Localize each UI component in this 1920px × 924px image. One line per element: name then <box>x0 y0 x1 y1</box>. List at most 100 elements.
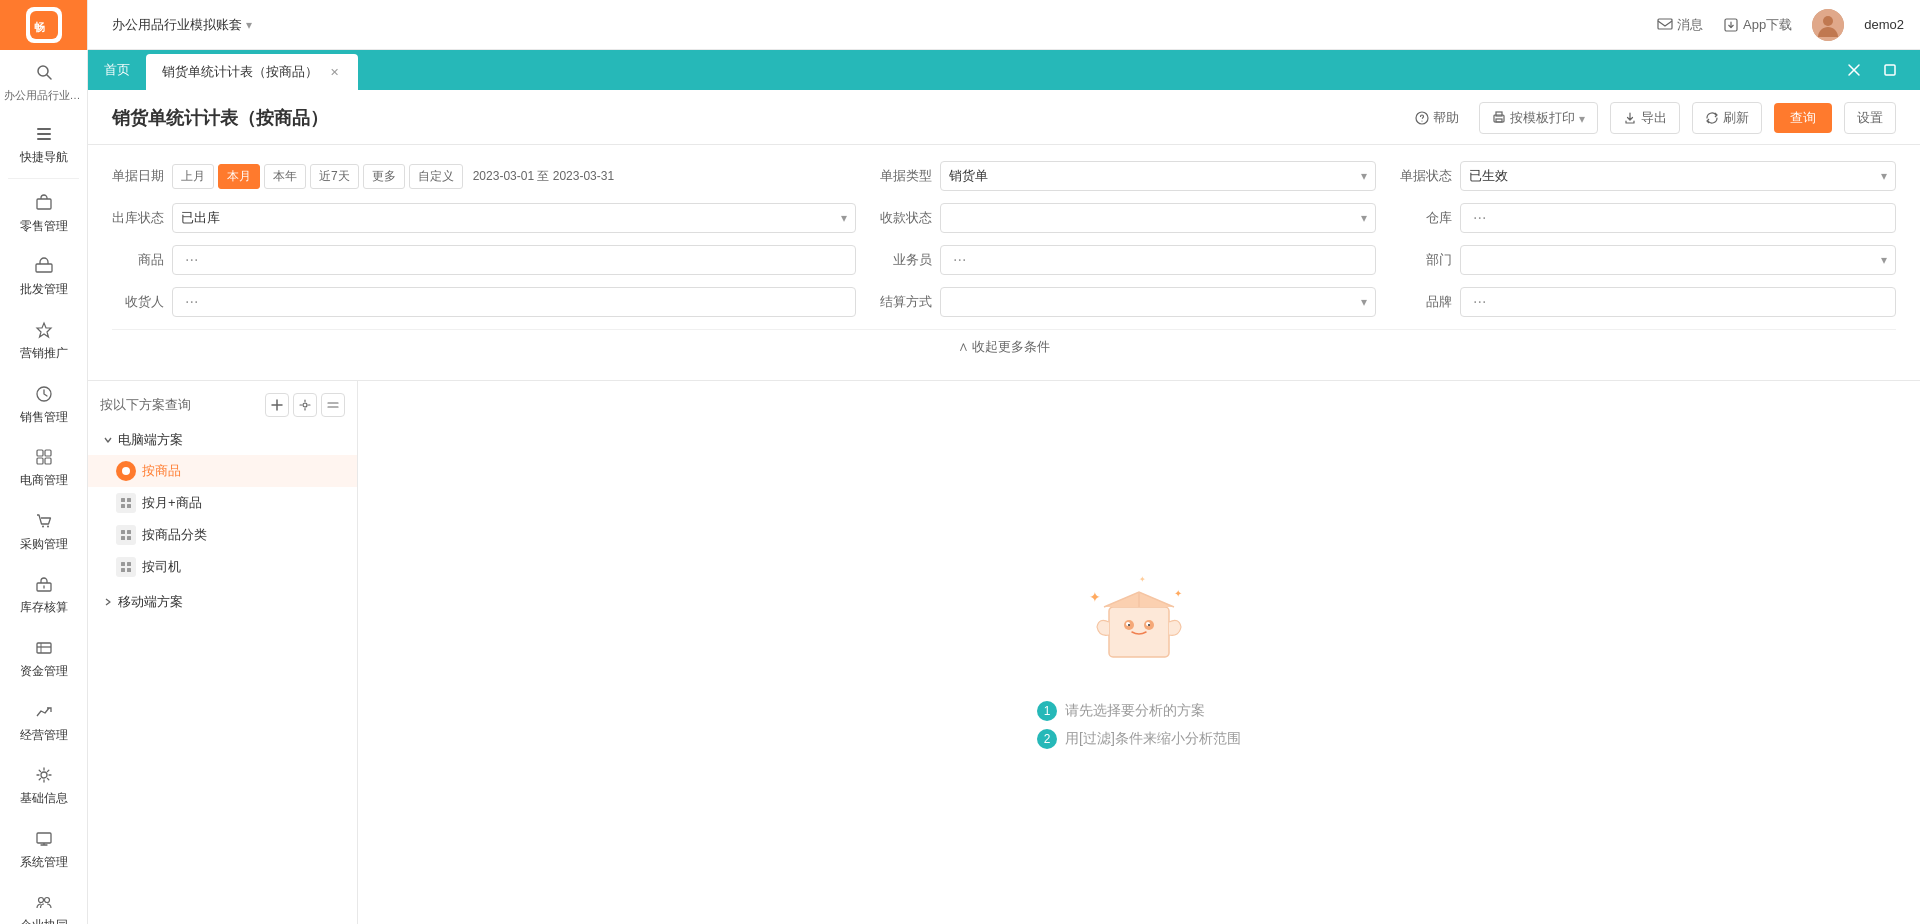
sidebar-item-sales[interactable]: 销售管理 <box>0 372 87 436</box>
tip-num-1: 1 <box>1037 701 1057 721</box>
filter-brand: 品牌 ··· <box>1400 287 1896 317</box>
date-7days-btn[interactable]: 近7天 <box>310 164 359 189</box>
sidebar-item-quick-nav[interactable]: 快捷导航 <box>0 112 87 176</box>
svg-rect-65 <box>121 568 125 572</box>
tab-close-btn[interactable]: ✕ <box>326 64 342 80</box>
collapse-bar[interactable]: ∧ 收起更多条件 <box>112 329 1896 364</box>
date-this-month-btn[interactable]: 本月 <box>218 164 260 189</box>
payment-status-arrow-icon <box>1361 211 1367 225</box>
wholesale-label: 批发管理 <box>20 282 68 298</box>
salesperson-label: 业务员 <box>880 251 940 269</box>
purchase-label: 采购管理 <box>20 537 68 553</box>
dept-control <box>1460 245 1896 275</box>
date-this-year-btn[interactable]: 本年 <box>264 164 306 189</box>
date-more-btn[interactable]: 更多 <box>363 164 405 189</box>
settlement-select[interactable] <box>940 287 1376 317</box>
panel-settings-btn[interactable] <box>293 393 317 417</box>
query-btn[interactable]: 查询 <box>1774 103 1832 133</box>
message-btn[interactable]: 消息 <box>1657 16 1703 34</box>
tree-section-mobile[interactable]: 移动端方案 <box>88 587 357 617</box>
doc-status-control: 已生效 <box>1460 161 1896 191</box>
warehouse-select[interactable]: ··· <box>1460 203 1896 233</box>
svg-rect-11 <box>37 450 43 456</box>
dept-select[interactable] <box>1460 245 1896 275</box>
sidebar-item-retail[interactable]: 零售管理 <box>0 181 87 245</box>
sidebar-item-wholesale[interactable]: 批发管理 <box>0 244 87 308</box>
filter-dept: 部门 <box>1400 245 1896 275</box>
sidebar-item-finance[interactable]: 资金管理 <box>0 626 87 690</box>
settings-btn[interactable]: 设置 <box>1844 102 1896 134</box>
sidebar-item-ecommerce[interactable]: 电商管理 <box>0 435 87 499</box>
sidebar-item-marketing[interactable]: 营销推广 <box>0 308 87 372</box>
goods-dots-icon: ··· <box>181 251 202 269</box>
warehouse-label: 仓库 <box>1400 209 1460 227</box>
panel-header: 按以下方案查询 <box>88 393 357 425</box>
tab-home[interactable]: 首页 <box>88 50 146 90</box>
sidebar-item-basic[interactable]: 基础信息 <box>0 753 87 817</box>
sidebar-item-system[interactable]: 系统管理 <box>0 817 87 881</box>
sidebar-item-operations[interactable]: 经营管理 <box>0 690 87 754</box>
panel-add-btn[interactable] <box>265 393 289 417</box>
logo-area[interactable]: 畅 <box>0 0 87 50</box>
svg-rect-55 <box>121 498 125 502</box>
settlement-label: 结算方式 <box>880 293 940 311</box>
filter-payment-status: 收款状态 <box>880 203 1376 233</box>
tree-item-by-month-goods[interactable]: 按月+商品 <box>88 487 357 519</box>
query-label: 查询 <box>1790 109 1816 127</box>
tab-bar-right <box>1840 56 1920 84</box>
settings-label: 设置 <box>1857 109 1883 127</box>
svg-rect-47 <box>1496 112 1502 116</box>
finance-label: 资金管理 <box>20 664 68 680</box>
tab-sales-stats[interactable]: 销货单统计计表（按商品） ✕ <box>146 54 358 90</box>
date-custom-btn[interactable]: 自定义 <box>409 164 463 189</box>
date-last-month-btn[interactable]: 上月 <box>172 164 214 189</box>
dept-arrow-icon <box>1881 253 1887 267</box>
goods-select[interactable]: ··· <box>172 245 856 275</box>
refresh-btn[interactable]: 刷新 <box>1692 102 1762 134</box>
receiver-select[interactable]: ··· <box>172 287 856 317</box>
help-icon <box>1415 111 1429 125</box>
search-icon <box>32 60 56 84</box>
svg-rect-43 <box>1885 65 1895 75</box>
tree-item-by-driver[interactable]: 按司机 <box>88 551 357 583</box>
export-btn[interactable]: 导出 <box>1610 102 1680 134</box>
tree-section-desktop[interactable]: 电脑端方案 <box>88 425 357 455</box>
nav-icon <box>32 122 56 146</box>
sidebar-item-purchase[interactable]: 采购管理 <box>0 499 87 563</box>
content-area: 按以下方案查询 <box>88 381 1920 924</box>
doc-status-label: 单据状态 <box>1400 167 1460 185</box>
doc-type-select[interactable]: 销货单 <box>940 161 1376 191</box>
purchase-icon <box>32 509 56 533</box>
date-range-group: 上月 本月 本年 近7天 更多 <box>172 164 856 189</box>
svg-rect-66 <box>127 568 131 572</box>
out-status-select[interactable]: 已出库 <box>172 203 856 233</box>
workspace-dropdown[interactable]: 办公用品行业模拟账套 <box>112 16 252 34</box>
app-download-btn[interactable]: App下载 <box>1723 16 1792 34</box>
payment-status-select[interactable] <box>940 203 1376 233</box>
tip-text-1: 请先选择要分析的方案 <box>1065 702 1205 720</box>
tab-close-window-btn[interactable] <box>1840 56 1868 84</box>
filter-row-4: 收货人 ··· 结算方式 <box>112 287 1896 317</box>
svg-point-45 <box>1421 120 1422 121</box>
sidebar-item-search[interactable]: 办公用品行业模拟账套 <box>0 50 87 112</box>
user-name[interactable]: demo2 <box>1864 17 1904 32</box>
page-title: 销货单统计计表（按商品） <box>112 106 328 130</box>
settlement-control <box>940 287 1376 317</box>
tree-chevron-icon <box>100 432 116 448</box>
svg-point-54 <box>122 467 130 475</box>
tree-item-by-goods-category[interactable]: 按商品分类 <box>88 519 357 551</box>
template-print-btn[interactable]: 按模板打印 <box>1479 102 1598 134</box>
settings-small-icon <box>299 399 311 411</box>
help-btn[interactable]: 帮助 <box>1407 105 1467 131</box>
top-header: 办公用品行业模拟账套 消息 App下载 demo2 <box>88 0 1920 50</box>
tab-maximize-btn[interactable] <box>1876 56 1904 84</box>
filter-out-status: 出库状态 已出库 <box>112 203 856 233</box>
tree-item-by-goods[interactable]: 按商品 <box>88 455 357 487</box>
sidebar-item-inventory[interactable]: 库存核算 <box>0 562 87 626</box>
brand-select[interactable]: ··· <box>1460 287 1896 317</box>
panel-collapse-btn[interactable] <box>321 393 345 417</box>
by-goods-icon <box>116 461 136 481</box>
sidebar-item-cooperation[interactable]: 企业协同 <box>0 880 87 924</box>
doc-status-select[interactable]: 已生效 <box>1460 161 1896 191</box>
salesperson-select[interactable]: ··· <box>940 245 1376 275</box>
